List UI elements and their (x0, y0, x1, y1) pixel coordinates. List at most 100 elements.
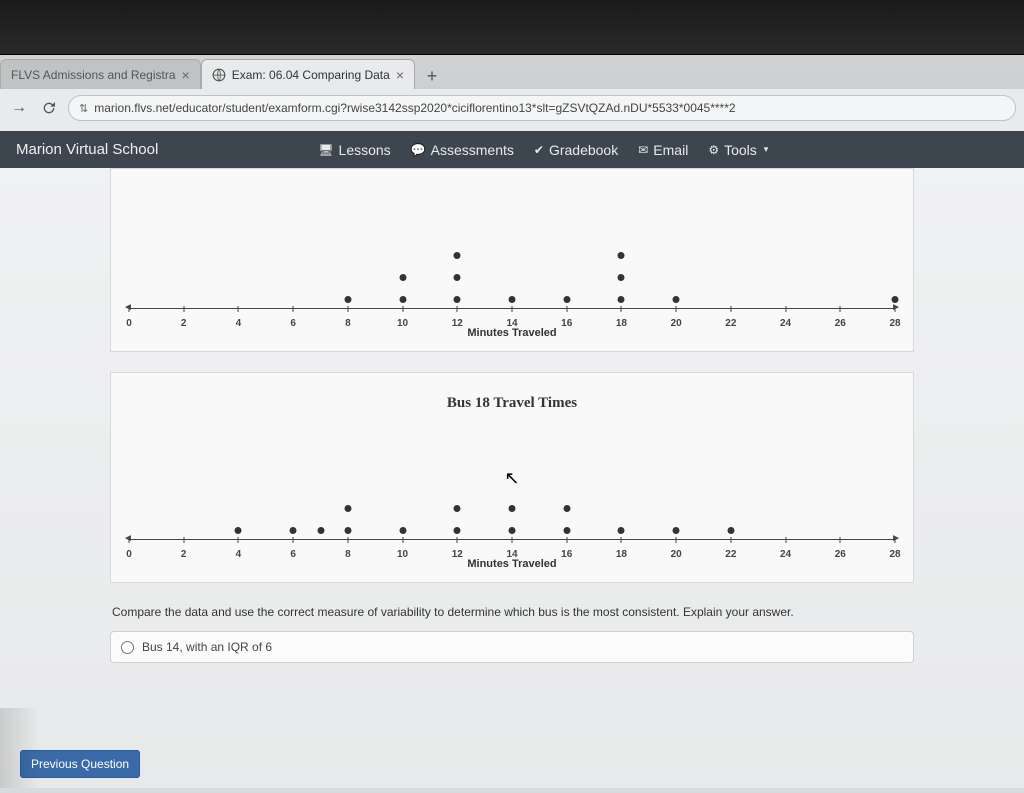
data-dot (454, 252, 461, 259)
tick (840, 306, 841, 312)
tick (785, 306, 786, 312)
data-dot (673, 296, 680, 303)
close-icon[interactable]: × (396, 67, 404, 83)
tick (402, 306, 403, 312)
data-dot (618, 252, 625, 259)
site-settings-icon[interactable]: ⇅ (79, 102, 88, 115)
data-dot (454, 296, 461, 303)
reload-icon (41, 100, 57, 116)
tick-label: 26 (835, 549, 846, 560)
tick (566, 306, 567, 312)
nav-email[interactable]: ✉ Email (638, 142, 688, 158)
monitor-icon: 🖥 (318, 143, 333, 157)
tick-label: 18 (616, 549, 627, 560)
content-area: ◄ ► Minutes Traveled 0246810121416182022… (0, 168, 1024, 788)
data-dot (563, 296, 570, 303)
data-dot (618, 274, 625, 281)
tick-label: 10 (397, 318, 408, 329)
radio-option-a[interactable] (121, 641, 134, 654)
tick (129, 537, 130, 543)
tick (512, 306, 513, 312)
tick-label: 0 (126, 318, 132, 329)
tick (347, 306, 348, 312)
nav-tools[interactable]: ⚙ Tools ▾ (708, 142, 768, 158)
data-dot (454, 527, 461, 534)
tick (293, 306, 294, 312)
nav-label: Lessons (339, 142, 391, 158)
dotplot-bus14: ◄ ► Minutes Traveled 0246810121416182022… (110, 168, 914, 352)
tick (402, 537, 403, 543)
data-dot (618, 527, 625, 534)
toolbar: → ⇅ marion.flvs.net/educator/student/exa… (0, 89, 1024, 131)
globe-icon (212, 68, 226, 82)
tick-label: 12 (452, 549, 463, 560)
tick-label: 20 (671, 318, 682, 329)
tick-label: 22 (725, 318, 736, 329)
tick-label: 16 (561, 549, 572, 560)
nav-lessons[interactable]: 🖥 Lessons (318, 142, 390, 158)
data-dot (344, 527, 351, 534)
tick (457, 306, 458, 312)
gear-icon: ⚙ (708, 143, 719, 157)
tick-label: 4 (236, 318, 242, 329)
new-tab-button[interactable]: + (419, 63, 445, 89)
forward-button[interactable]: → (8, 97, 30, 119)
tick (840, 537, 841, 543)
reload-button[interactable] (38, 97, 60, 119)
mouse-cursor: ↖ (504, 468, 519, 489)
data-dot (454, 505, 461, 512)
school-name: Marion Virtual School (16, 141, 158, 158)
tick-label: 2 (181, 318, 187, 329)
tick-label: 4 (236, 549, 242, 560)
tick (895, 306, 896, 312)
tick-label: 18 (616, 318, 627, 329)
tick-label: 0 (126, 549, 132, 560)
data-dot (454, 274, 461, 281)
tick-label: 6 (290, 318, 296, 329)
close-icon[interactable]: × (182, 67, 190, 83)
nav-gradebook[interactable]: ✔ Gradebook (534, 142, 618, 158)
tick (676, 306, 677, 312)
nav-assessments[interactable]: 💬 Assessments (411, 142, 514, 158)
arrow-right-icon: ► (891, 302, 901, 313)
data-dot (290, 527, 297, 534)
data-dot (344, 505, 351, 512)
url-bar[interactable]: ⇅ marion.flvs.net/educator/student/examf… (68, 95, 1016, 121)
tick (512, 537, 513, 543)
tick (566, 537, 567, 543)
tick (895, 537, 896, 543)
tick-label: 6 (290, 549, 296, 560)
tick (621, 537, 622, 543)
answer-option-a[interactable]: Bus 14, with an IQR of 6 (110, 631, 914, 663)
arrow-right-icon: ► (891, 533, 901, 544)
data-dot (509, 527, 516, 534)
tick (238, 306, 239, 312)
data-dot (618, 296, 625, 303)
data-dot (509, 505, 516, 512)
tick (129, 306, 130, 312)
data-dot (892, 296, 899, 303)
app-header: Marion Virtual School 🖥 Lessons 💬 Assess… (0, 131, 1024, 168)
tab-exam-comparing-data[interactable]: Exam: 06.04 Comparing Data × (201, 59, 415, 89)
data-dot (509, 296, 516, 303)
tick-label: 22 (725, 549, 736, 560)
tab-label: Exam: 06.04 Comparing Data (232, 68, 390, 82)
data-dot (563, 527, 570, 534)
tab-flvs-admissions[interactable]: FLVS Admissions and Registra × (0, 59, 201, 89)
nav-label: Gradebook (549, 142, 618, 158)
data-dot (673, 527, 680, 534)
tick (785, 537, 786, 543)
plot-area: ◄ ► Minutes Traveled ↖ 02468101214161820… (129, 440, 895, 560)
tick-label: 10 (397, 549, 408, 560)
previous-question-button[interactable]: Previous Question (20, 750, 140, 778)
tick-label: 8 (345, 318, 351, 329)
message-icon: 💬 (411, 143, 426, 157)
tick (183, 306, 184, 312)
tick-label: 14 (506, 318, 517, 329)
tick (676, 537, 677, 543)
tick (730, 306, 731, 312)
tick-label: 8 (345, 549, 351, 560)
data-dot (399, 274, 406, 281)
tab-label: FLVS Admissions and Registra (11, 68, 176, 82)
tick (347, 537, 348, 543)
